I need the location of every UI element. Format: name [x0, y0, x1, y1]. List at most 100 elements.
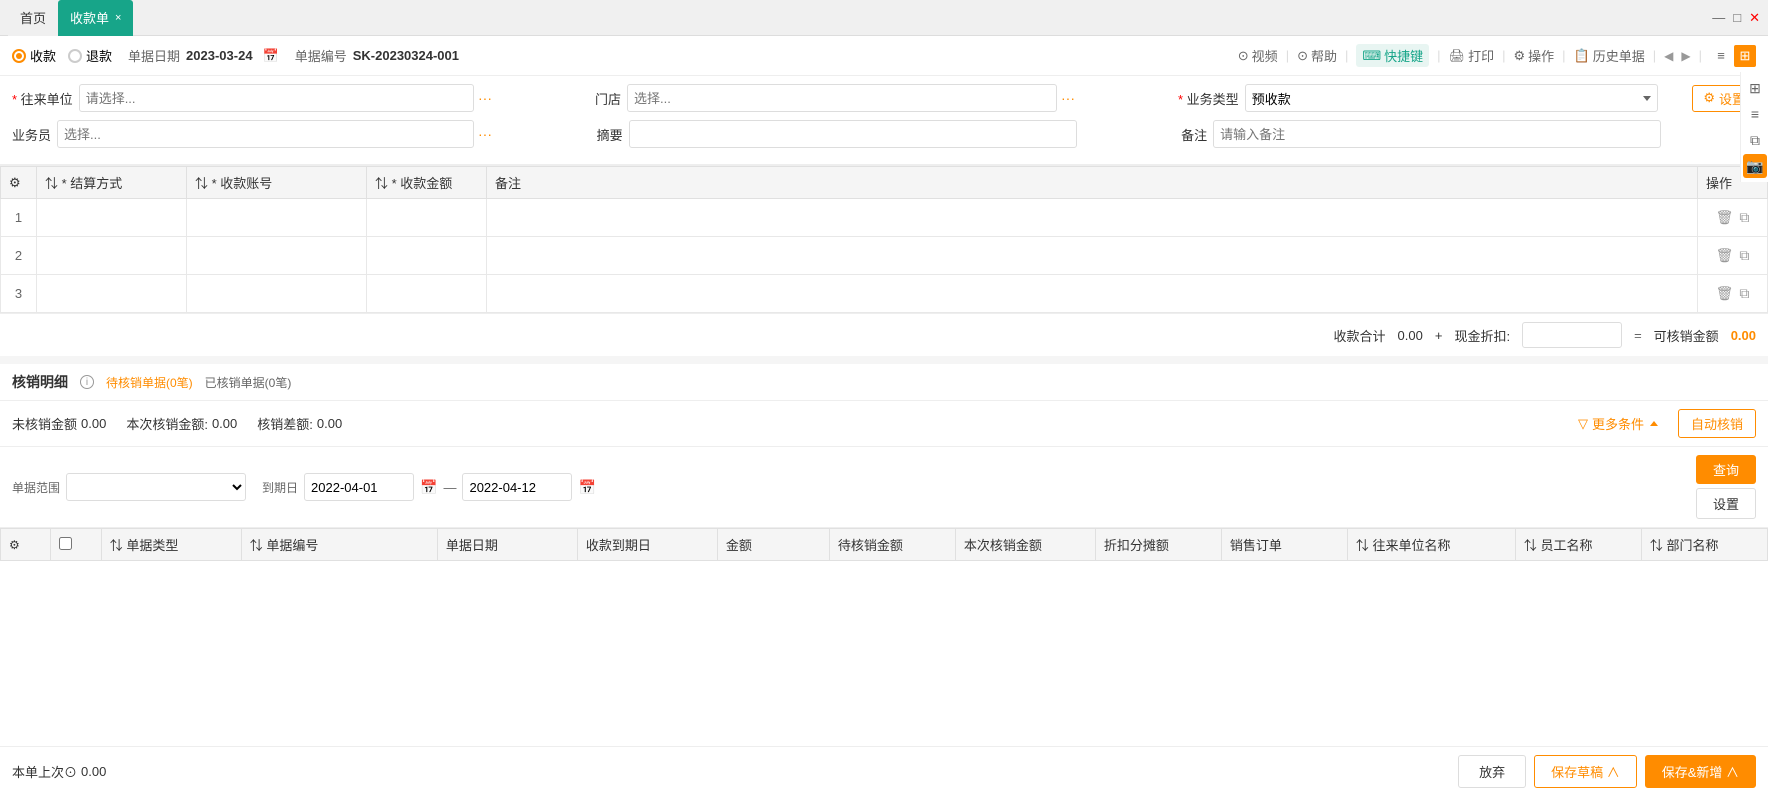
save-draft-btn[interactable]: 保存草稿 ∧ — [1534, 755, 1637, 788]
print-label: 打印 — [1468, 46, 1494, 65]
salesperson-label: 业务员 — [12, 125, 51, 144]
print-action[interactable]: 🖨 打印 — [1449, 46, 1495, 65]
filter-settings-btn[interactable]: 设置 — [1696, 488, 1756, 519]
row-account-3[interactable] — [187, 275, 367, 313]
bth-gear[interactable]: ⚙ — [1, 529, 51, 561]
section-divider — [0, 356, 1768, 364]
video-action[interactable]: ⊙ 视频 — [1238, 46, 1278, 65]
diff-stat: 核销差额: 0.00 — [257, 414, 342, 433]
bottom-bar-label: 本单上次⊙ — [12, 762, 77, 781]
salesperson-field: 业务员 ··· — [12, 120, 492, 148]
tab-home[interactable]: 首页 — [8, 0, 58, 36]
due-date-to-calendar-icon[interactable]: 📅 — [578, 479, 595, 496]
row-amount-2[interactable] — [367, 237, 487, 275]
tab-receipt[interactable]: 收款单 × — [58, 0, 133, 36]
row-actions-2: 🗑 ⧉ — [1706, 247, 1759, 264]
pending-tab[interactable]: 待核销单据(0笔) — [106, 374, 193, 391]
filter-icon: ▽ — [1578, 416, 1588, 432]
number-label: 单据编号 — [295, 46, 347, 65]
query-btn[interactable]: 查询 — [1696, 455, 1756, 484]
uncleared-label: 未核销金额 — [12, 414, 77, 433]
bth-doc-date: 单据日期 — [437, 529, 577, 561]
remark-field: 备注 — [1181, 120, 1661, 148]
row-copy-3[interactable]: ⧉ — [1739, 285, 1749, 302]
radio-receipt[interactable]: 收款 — [12, 46, 56, 65]
minimize-btn[interactable]: — — [1712, 10, 1725, 25]
operations-action[interactable]: ⚙ 操作 — [1513, 46, 1554, 65]
tab-receipt-close[interactable]: × — [115, 12, 121, 24]
row-copy-2[interactable]: ⧉ — [1739, 247, 1749, 264]
next-arrow[interactable]: ▶ — [1681, 49, 1690, 63]
grid-layout-icon[interactable]: ⊞ — [1734, 45, 1756, 67]
close-btn[interactable]: ✕ — [1749, 10, 1760, 26]
select-all-checkbox[interactable] — [59, 537, 72, 550]
th-gear[interactable]: ⚙ — [1, 167, 37, 199]
shortcut-action[interactable]: ⌨ 快捷键 — [1356, 44, 1429, 67]
current-label: 本次核销金额: — [126, 414, 208, 433]
counterparty-input[interactable] — [79, 84, 474, 112]
completed-tab[interactable]: 已核销单据(0笔) — [205, 374, 292, 391]
right-panel-camera-btn[interactable]: 📷 — [1743, 154, 1767, 178]
th-settlement: ⇅ * 结算方式 — [37, 167, 187, 199]
right-panel-link-btn[interactable]: ⧉ — [1743, 128, 1767, 152]
row-account-2[interactable] — [187, 237, 367, 275]
row-account-1[interactable] — [187, 199, 367, 237]
store-label: 门店 — [595, 89, 621, 108]
abandon-btn[interactable]: 放弃 — [1458, 755, 1526, 788]
row-copy-1[interactable]: ⧉ — [1739, 209, 1749, 226]
counterparty-field: 往来单位 ··· — [12, 84, 492, 112]
save-new-btn[interactable]: 保存&新增 ∧ — [1645, 755, 1756, 788]
filter-settings-label: 设置 — [1713, 497, 1739, 512]
row-delete-1[interactable]: 🗑 — [1716, 209, 1734, 226]
list-layout-icon[interactable]: ≡ — [1710, 45, 1732, 67]
due-date-from-input[interactable] — [304, 473, 414, 501]
prev-arrow[interactable]: ◀ — [1664, 49, 1673, 63]
row-actions-3: 🗑 ⧉ — [1706, 285, 1759, 302]
reconciliation-header: 核销明细 i 待核销单据(0笔) 已核销单据(0笔) — [0, 364, 1768, 401]
bth-checkbox[interactable] — [51, 529, 101, 561]
equal-sign: = — [1634, 328, 1642, 343]
row-amount-3[interactable] — [367, 275, 487, 313]
bth-discount-amount: 折扣分摊额 — [1095, 529, 1221, 561]
summary-input[interactable] — [629, 120, 1077, 148]
store-input[interactable] — [627, 84, 1057, 112]
right-panel-table-btn[interactable]: ⊞ — [1743, 76, 1767, 100]
business-type-dropdown-icon[interactable] — [1643, 96, 1651, 101]
maximize-btn[interactable]: □ — [1733, 10, 1741, 25]
row-settlement-2[interactable] — [37, 237, 187, 275]
due-date-from-calendar-icon[interactable]: 📅 — [420, 479, 437, 496]
date-calendar-icon[interactable]: 📅 — [263, 48, 279, 64]
row-settlement-1[interactable] — [37, 199, 187, 237]
reconciliation-info-icon[interactable]: i — [80, 375, 94, 389]
row-remark-2[interactable] — [487, 237, 1698, 275]
row-remark-3[interactable] — [487, 275, 1698, 313]
history-action[interactable]: 📋 历史单据 — [1574, 46, 1645, 65]
row-amount-1[interactable] — [367, 199, 487, 237]
row-delete-3[interactable]: 🗑 — [1716, 285, 1734, 302]
row-num-1: 1 — [1, 199, 37, 237]
row-settlement-3[interactable] — [37, 275, 187, 313]
abandon-label: 放弃 — [1479, 765, 1505, 780]
auto-reconcile-btn[interactable]: 自动核销 — [1678, 409, 1756, 438]
salesperson-input[interactable] — [57, 120, 474, 148]
radio-refund[interactable]: 退款 — [68, 46, 112, 65]
discount-input[interactable] — [1522, 322, 1622, 348]
more-filter-btn[interactable]: ▽ 更多条件 — [1578, 414, 1658, 433]
remark-input[interactable] — [1213, 120, 1661, 148]
help-label: 帮助 — [1311, 46, 1337, 65]
history-label: 历史单据 — [1593, 46, 1645, 65]
range-select[interactable] — [66, 473, 246, 501]
counterparty-more-btn[interactable]: ··· — [478, 91, 492, 105]
range-label: 单据范围 — [12, 479, 60, 496]
row-remark-1[interactable] — [487, 199, 1698, 237]
row-delete-2[interactable]: 🗑 — [1716, 247, 1734, 264]
due-date-to-input[interactable] — [462, 473, 572, 501]
save-new-label: 保存&新增 ∧ — [1662, 762, 1739, 781]
help-action[interactable]: ⊙ 帮助 — [1297, 46, 1337, 65]
right-panel-layers-btn[interactable]: ≡ — [1743, 102, 1767, 126]
receipt-table: ⚙ ⇅ * 结算方式 ⇅ * 收款账号 ⇅ * 收款金额 — [0, 166, 1768, 313]
store-more-btn[interactable]: ··· — [1061, 91, 1075, 105]
toolbar: 收款 退款 单据日期 2023-03-24 📅 单据编号 SK-20230324… — [0, 36, 1768, 76]
salesperson-more-btn[interactable]: ··· — [478, 127, 492, 141]
due-date-label: 到期日 — [262, 479, 298, 496]
